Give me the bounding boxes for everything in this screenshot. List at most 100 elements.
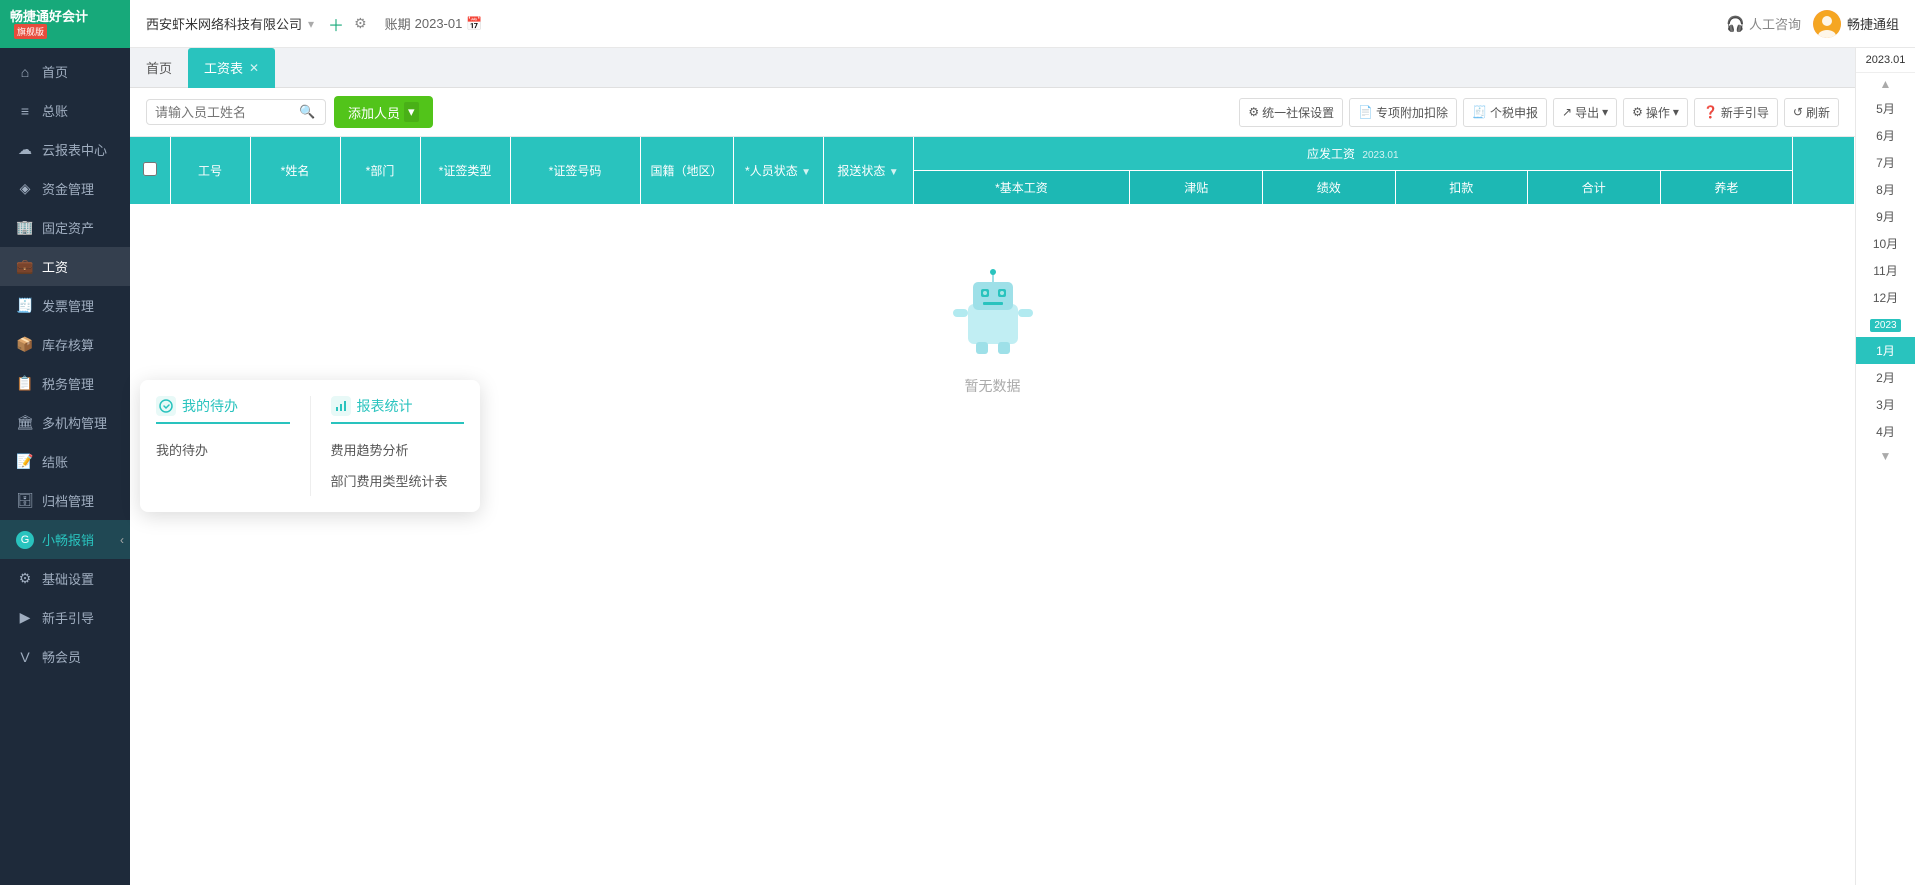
sidebar-item-salary[interactable]: 💼 工资 [0,247,130,286]
popup-col-reports: 报表统计 费用趋势分析 部门费用类型统计表 [331,396,465,496]
date-item-apr[interactable]: 4月 [1856,418,1915,445]
date-nav-up-btn[interactable]: ▲ [1876,73,1896,95]
sidebar-item-multi-org[interactable]: 🏛 多机构管理 [0,403,130,442]
username-label: 畅捷通组 [1847,14,1899,33]
popup-section-pending-title[interactable]: 我的待办 [156,396,290,424]
sidebar-item-general-ledger[interactable]: ≡ 总账 [0,91,130,130]
payroll-table: 工号 *姓名 *部门 *证签类型 *证签号码 国籍（地区） *人员状态 ▼ 报送… [130,137,1855,204]
sidebar-item-archive-mgmt[interactable]: 🗄 归档管理 [0,481,130,520]
period-info: 账期 2023-01 📅 [385,14,483,33]
add-person-button[interactable]: 添加人员 ▾ [334,96,433,128]
popup-row: 我的待办 我的待办 报表统计 费用趋势分析 部门费用类型统计表 [156,396,464,496]
year-badge: 2023 [1870,319,1900,332]
cloud-report-icon: ☁ [16,141,34,158]
date-item-jun[interactable]: 6月 [1856,122,1915,149]
sidebar-label-general-ledger: 总账 [42,101,68,120]
date-item-dec[interactable]: 12月 [1856,284,1915,311]
robot-svg [943,264,1043,364]
sidebar-item-cloud-report[interactable]: ☁ 云报表中心 [0,130,130,169]
sidebar-item-invoice-mgmt[interactable]: 🧾 发票管理 [0,286,130,325]
sidebar-item-fund-mgmt[interactable]: ◈ 资金管理 [0,169,130,208]
popup-section-reports-title[interactable]: 报表统计 [331,396,465,424]
new-guide-toolbar-btn[interactable]: ❓ 新手引导 [1694,98,1778,127]
company-chevron-icon[interactable]: ▾ [308,17,314,31]
sidebar: 畅捷通好会计 旗舰版 ⌂ 首页 ≡ 总账 ☁ 云报表中心 ◈ 资金管理 🏢 固定… [0,0,130,885]
special-deduct-btn[interactable]: 📄 专项附加扣除 [1349,98,1457,127]
individual-tax-btn[interactable]: 🧾 个税申报 [1463,98,1547,127]
special-deduct-icon: 📄 [1358,105,1373,119]
date-item-mar[interactable]: 3月 [1856,391,1915,418]
sidebar-item-tax-mgmt[interactable]: 📋 税务管理 [0,364,130,403]
status-filter-icon[interactable]: ▼ [801,167,811,178]
select-all-checkbox[interactable] [143,162,157,176]
avatar-image [1813,10,1841,38]
sidebar-item-home[interactable]: ⌂ 首页 [0,52,130,91]
tab-home-label: 首页 [146,58,172,77]
th-country: 国籍（地区） [640,137,733,204]
sidebar-item-inventory[interactable]: 📦 库存核算 [0,325,130,364]
tab-payroll-label: 工资表 [204,58,243,77]
popup-item-my-pending[interactable]: 我的待办 [156,434,290,465]
export-btn[interactable]: ↗ 导出 ▾ [1553,98,1617,127]
th-performance: 绩效 [1262,171,1395,205]
operations-btn[interactable]: ⚙ 操作 ▾ [1623,98,1688,127]
social-security-btn[interactable]: ⚙ 统一社保设置 [1239,98,1343,127]
tab-payroll[interactable]: 工资表 ✕ [188,48,275,88]
support-button[interactable]: 🎧 人工咨询 [1726,14,1801,33]
user-info: 畅捷通组 [1813,10,1899,38]
popup-pending-label: 我的待办 [182,396,238,416]
app-name: 畅捷通好会计 [10,9,88,25]
tab-close-icon[interactable]: ✕ [249,61,259,75]
th-allowance: 津贴 [1130,171,1263,205]
add-person-chevron-icon: ▾ [404,102,419,122]
sidebar-label-multi-org: 多机构管理 [42,413,107,432]
period-in-header: 2023.01 [1362,150,1398,161]
report-filter-icon[interactable]: ▼ [889,167,899,178]
sidebar-item-settlement[interactable]: 📝 结账 [0,442,130,481]
search-input[interactable] [155,105,295,120]
th-status: *人员状态 ▼ [733,137,823,204]
support-label: 人工咨询 [1749,14,1801,33]
sidebar-label-settlement: 结账 [42,452,68,471]
add-company-button[interactable]: ＋ [328,12,344,36]
sidebar-item-chang-member[interactable]: V 畅会员 [0,637,130,676]
edition-badge: 旗舰版 [14,24,47,39]
sidebar-item-basic-settings[interactable]: ⚙ 基础设置 [0,559,130,598]
add-person-label: 添加人员 [348,103,400,122]
sidebar-item-fixed-assets[interactable]: 🏢 固定资产 [0,208,130,247]
sidebar-label-salary: 工资 [42,257,68,276]
date-nav-down-btn[interactable]: ▼ [1876,445,1896,467]
sidebar-item-new-guide[interactable]: ▶ 新手引导 [0,598,130,637]
sidebar-item-xiaochang-report[interactable]: G 小畅报销 ‹ [0,520,130,559]
empty-illustration [943,264,1043,364]
refresh-icon: ↺ [1793,105,1803,119]
operations-icon: ⚙ [1632,105,1643,119]
chang-member-icon: V [16,649,34,665]
fund-mgmt-icon: ◈ [16,180,34,197]
company-settings-icon[interactable]: ⚙ [354,15,367,32]
sidebar-nav: ⌂ 首页 ≡ 总账 ☁ 云报表中心 ◈ 资金管理 🏢 固定资产 💼 工资 🧾 发… [0,48,130,885]
date-item-may[interactable]: 5月 [1856,95,1915,122]
th-name: *姓名 [250,137,340,204]
company-info: 西安虾米网络科技有限公司 ▾ ＋ ⚙ 账期 2023-01 📅 [146,12,483,36]
special-deduct-label: 专项附加扣除 [1376,104,1448,121]
refresh-btn[interactable]: ↺ 刷新 [1784,98,1839,127]
popup-item-cost-trend[interactable]: 费用趋势分析 [331,434,465,465]
empty-text: 暂无数据 [965,376,1021,396]
date-item-nov[interactable]: 11月 [1856,257,1915,284]
home-icon: ⌂ [16,64,34,80]
date-item-sep[interactable]: 9月 [1856,203,1915,230]
date-item-jul[interactable]: 7月 [1856,149,1915,176]
date-item-jan-active[interactable]: 1月 [1856,337,1915,364]
social-security-label: 统一社保设置 [1262,104,1334,121]
new-guide-toolbar-icon: ❓ [1703,105,1718,119]
operations-chevron-icon: ▾ [1673,105,1679,119]
date-item-oct[interactable]: 10月 [1856,230,1915,257]
popup-item-dept-cost[interactable]: 部门费用类型统计表 [331,465,465,496]
avatar [1813,10,1841,38]
date-item-aug[interactable]: 8月 [1856,176,1915,203]
tab-home[interactable]: 首页 [130,48,188,88]
date-item-feb[interactable]: 2月 [1856,364,1915,391]
social-security-icon: ⚙ [1248,105,1259,119]
calendar-icon[interactable]: 📅 [466,16,482,32]
